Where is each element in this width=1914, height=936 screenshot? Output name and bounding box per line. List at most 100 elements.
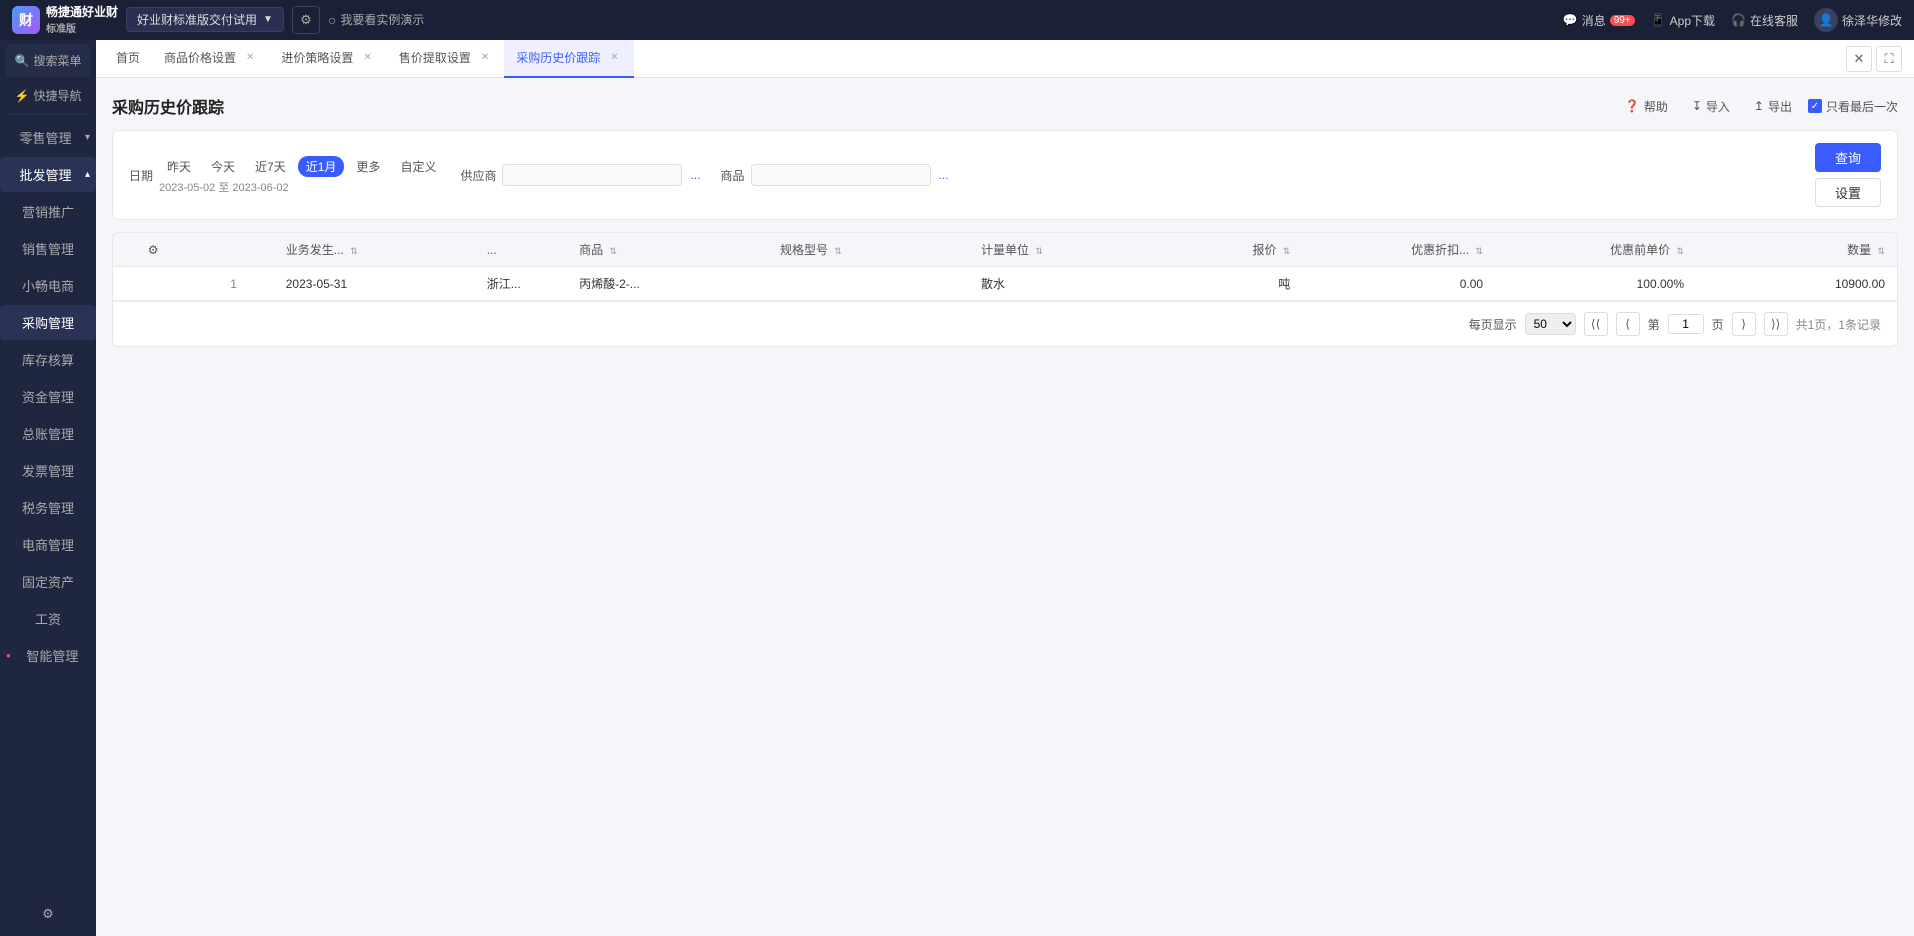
nav-selector[interactable]: 好业财标准版交付试用 ▼ (126, 7, 284, 32)
date-option-7days[interactable]: 近7天 (247, 156, 294, 177)
online-service-button[interactable]: 🎧 在线客服 (1731, 12, 1798, 29)
date-filter-label: 日期 (129, 167, 153, 184)
content-area: 首页 商品价格设置 ✕ 进价策略设置 ✕ 售价提取设置 ✕ 采购历史价跟踪 ✕ … (96, 40, 1914, 936)
sidebar-item-label: 批发管理 (6, 165, 85, 184)
sidebar-item-inventory[interactable]: 库存核算 (0, 342, 96, 377)
close-tab-button[interactable]: ✕ (1846, 46, 1872, 72)
tab-purchase-strategy[interactable]: 进价策略设置 ✕ (269, 40, 386, 78)
sidebar-settings-button[interactable]: ⚙ (0, 900, 96, 928)
demo-button[interactable]: 我要看实例演示 (328, 11, 424, 28)
tab-product-price[interactable]: 商品价格设置 ✕ (152, 40, 269, 78)
pagination-next-button[interactable]: ⟩ (1732, 312, 1756, 336)
col-dots[interactable]: ... (475, 233, 567, 267)
data-table: ⚙ 业务发生... ⇅ ... 商品 ⇅ (113, 233, 1897, 301)
sidebar-item-label: 营销推广 (6, 202, 90, 221)
search-menu-label: 搜索菜单 (33, 52, 81, 69)
product-more-button[interactable]: ... (935, 166, 953, 184)
col-price[interactable]: 报价 ⇅ (1142, 233, 1303, 267)
supplier-more-button[interactable]: ... (686, 166, 704, 184)
row-date-cell: 2023-05-31 (274, 267, 475, 301)
sidebar-item-wholesale[interactable]: 批发管理 ▴ (0, 157, 96, 192)
row-price-unit: 吨 (1278, 277, 1290, 291)
tab-home[interactable]: 首页 (104, 40, 152, 78)
col-product[interactable]: 商品 ⇅ (567, 233, 768, 267)
export-button[interactable]: ↥ 导出 (1746, 95, 1800, 118)
sidebar-item-assets[interactable]: 固定资产 (0, 564, 96, 599)
sidebar-item-ecommerce[interactable]: 电商管理 (0, 527, 96, 562)
row-undiscounted-cell: 10900.00 (1696, 267, 1897, 301)
supplier-input-wrap: ... (502, 164, 704, 186)
sidebar-item-tax[interactable]: 税务管理 (0, 490, 96, 525)
sidebar: 🔍 搜索菜单 ⚡ 快捷导航 零售管理 ▾ 批发管理 ▴ 营销推广 销售管理 小畅… (0, 40, 96, 936)
sidebar-divider (8, 114, 88, 115)
close-icon[interactable]: ✕ (607, 51, 621, 64)
quick-nav-label: 快捷导航 (33, 87, 81, 104)
only-last-label: 只看最后一次 (1826, 98, 1898, 115)
tab-bar-actions: ✕ ⛶ (1846, 46, 1906, 72)
tab-selling-price[interactable]: 售价提取设置 ✕ (387, 40, 504, 78)
supplier-input[interactable] (502, 164, 682, 186)
row-discount-cell: 100.00% (1495, 267, 1696, 301)
sidebar-item-salary[interactable]: 工资 (0, 601, 96, 636)
messages-label: 消息 (1582, 12, 1606, 29)
sidebar-item-retail[interactable]: 零售管理 ▾ (0, 120, 96, 155)
sidebar-item-label: 工资 (6, 609, 90, 628)
sidebar-item-ecom[interactable]: 小畅电商 (0, 268, 96, 303)
only-last-checkbox-label[interactable]: ✓ 只看最后一次 (1808, 98, 1898, 115)
page-actions: ❓ 帮助 ↧ 导入 ↥ 导出 ✓ 只看最后一次 (1617, 95, 1898, 118)
app-sub-name: 标准版 (46, 20, 118, 35)
col-unit[interactable]: 计量单位 ⇅ (969, 233, 1142, 267)
messages-button[interactable]: 💬 消息 99+ (1563, 12, 1635, 29)
pagination-last-button[interactable]: ⟩⟩ (1764, 312, 1788, 336)
sidebar-item-finance[interactable]: 资金管理 (0, 379, 96, 414)
date-option-today[interactable]: 今天 (203, 156, 243, 177)
tab-home-label: 首页 (116, 49, 140, 66)
col-undiscounted[interactable]: 优惠前单价 ⇅ (1495, 233, 1696, 267)
sidebar-item-purchase[interactable]: 采购管理 (0, 305, 96, 340)
app-download-label: App下载 (1670, 12, 1715, 29)
pagination-prev-button[interactable]: ⟨ (1616, 312, 1640, 336)
search-icon: 🔍 (15, 54, 30, 68)
date-option-custom[interactable]: 自定义 (392, 156, 444, 177)
col-qty[interactable]: 数量 ⇅ (1696, 233, 1897, 267)
header-right: 💬 消息 99+ 📱 App下载 🎧 在线客服 👤 徐泽华修改 (1563, 8, 1902, 32)
settings-button[interactable]: ⚙ (292, 6, 320, 34)
user-info[interactable]: 👤 徐泽华修改 (1814, 8, 1902, 32)
app-logo: 财 畅捷通好业财 标准版 (12, 5, 118, 34)
expand-tab-button[interactable]: ⛶ (1876, 46, 1902, 72)
sidebar-item-sales[interactable]: 销售管理 (0, 231, 96, 266)
filter-panel: 日期 昨天 今天 近7天 近1月 更多 自定义 2023-05-02 至 202… (112, 130, 1898, 220)
filter-settings-button[interactable]: 设置 (1815, 178, 1881, 207)
sidebar-item-marketing[interactable]: 营销推广 (0, 194, 96, 229)
date-option-1month[interactable]: 近1月 (298, 156, 345, 177)
per-page-select[interactable]: 50 20 100 (1525, 313, 1576, 335)
pagination-page-input[interactable] (1668, 314, 1704, 334)
search-menu-button[interactable]: 🔍 搜索菜单 (6, 44, 90, 77)
tab-purchase-history[interactable]: 采购历史价跟踪 ✕ (504, 40, 633, 78)
date-option-more[interactable]: 更多 (348, 156, 388, 177)
date-option-yesterday[interactable]: 昨天 (159, 156, 199, 177)
product-input[interactable] (751, 164, 931, 186)
close-icon[interactable]: ✕ (478, 51, 492, 64)
close-icon[interactable]: ✕ (243, 51, 257, 64)
col-product-label: 商品 (579, 243, 603, 257)
col-unit-label: 计量单位 (981, 243, 1029, 257)
help-button[interactable]: ❓ 帮助 (1617, 95, 1676, 118)
import-button[interactable]: ↧ 导入 (1684, 95, 1738, 118)
close-icon[interactable]: ✕ (360, 51, 374, 64)
row-quoted-price: 0.00 (1460, 277, 1483, 291)
app-download-icon: 📱 (1651, 13, 1666, 27)
col-settings[interactable]: ⚙ (113, 233, 193, 267)
row-discount: 100.00% (1637, 277, 1684, 291)
query-button[interactable]: 查询 (1815, 143, 1881, 172)
sidebar-item-invoice[interactable]: 发票管理 (0, 453, 96, 488)
pagination-first-button[interactable]: ⟨⟨ (1584, 312, 1608, 336)
col-date[interactable]: 业务发生... ⇅ (274, 233, 475, 267)
sidebar-item-smart[interactable]: 智能管理 (0, 638, 96, 673)
sidebar-item-ledger[interactable]: 总账管理 (0, 416, 96, 451)
col-discount[interactable]: 优惠折扣... ⇅ (1302, 233, 1495, 267)
quick-nav-button[interactable]: ⚡ 快捷导航 (6, 83, 90, 108)
col-spec[interactable]: 规格型号 ⇅ (768, 233, 969, 267)
row-supplier: 浙江... (487, 277, 521, 291)
app-download-button[interactable]: 📱 App下载 (1651, 12, 1715, 29)
